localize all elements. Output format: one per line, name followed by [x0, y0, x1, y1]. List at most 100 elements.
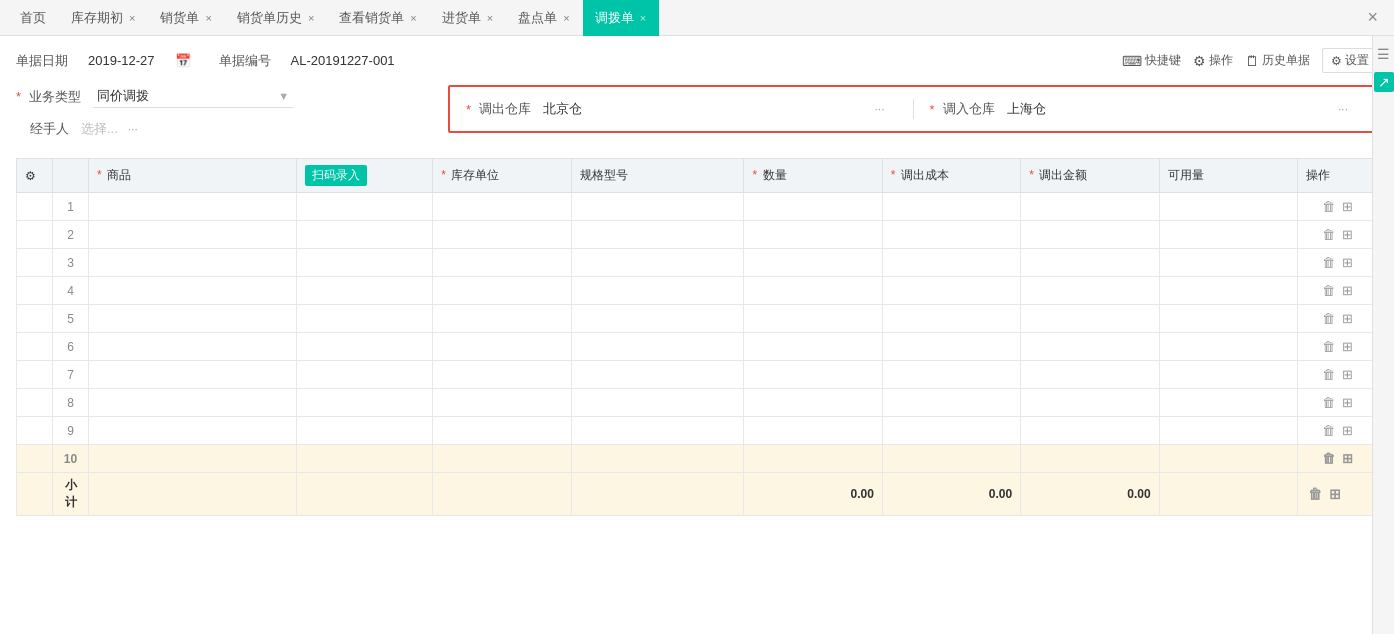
date-value[interactable]: 2019-12-27: [88, 53, 155, 68]
row-unit-1[interactable]: [433, 193, 571, 221]
row-unit-6[interactable]: [433, 333, 571, 361]
biz-type-select[interactable]: 同价调拨 ▼: [93, 85, 293, 108]
copy-icon-10[interactable]: ⊞: [1342, 451, 1353, 466]
row-unit-5[interactable]: [433, 305, 571, 333]
tab-view-sales[interactable]: 查看销货单 ×: [327, 0, 429, 36]
row-product-10[interactable]: [89, 445, 297, 473]
row-qty-1[interactable]: [744, 193, 882, 221]
copy-icon-7[interactable]: ⊞: [1342, 367, 1353, 382]
person-more-icon[interactable]: ···: [128, 122, 138, 136]
tab-home[interactable]: 首页: [8, 0, 59, 36]
row-product-5[interactable]: [89, 305, 297, 333]
row-spec-10[interactable]: [571, 445, 744, 473]
row-amount-2[interactable]: [1021, 221, 1159, 249]
row-spec-5[interactable]: [571, 305, 744, 333]
delete-icon-6[interactable]: 🗑: [1322, 339, 1335, 354]
col-header-settings[interactable]: ⚙: [17, 159, 53, 193]
calendar-icon[interactable]: 📅: [175, 53, 191, 68]
row-cost-3[interactable]: [882, 249, 1020, 277]
copy-icon-3[interactable]: ⊞: [1342, 255, 1353, 270]
row-product-2[interactable]: [89, 221, 297, 249]
row-product-8[interactable]: [89, 389, 297, 417]
row-product-1[interactable]: [89, 193, 297, 221]
row-product-3[interactable]: [89, 249, 297, 277]
sidebar-external-icon[interactable]: ↗: [1374, 72, 1394, 92]
row-product-6[interactable]: [89, 333, 297, 361]
row-amount-7[interactable]: [1021, 361, 1159, 389]
copy-icon-9[interactable]: ⊞: [1342, 423, 1353, 438]
row-spec-9[interactable]: [571, 417, 744, 445]
copy-icon-1[interactable]: ⊞: [1342, 199, 1353, 214]
out-warehouse-more[interactable]: ···: [874, 102, 896, 116]
copy-icon-2[interactable]: ⊞: [1342, 227, 1353, 242]
settings-button[interactable]: ⚙ 设置: [1322, 48, 1378, 73]
scan-entry-button[interactable]: 扫码录入: [305, 165, 367, 186]
row-product-4[interactable]: [89, 277, 297, 305]
sidebar-list-icon[interactable]: ☰: [1374, 44, 1394, 64]
row-amount-10[interactable]: [1021, 445, 1159, 473]
tab-close-sales-history[interactable]: ×: [308, 12, 314, 24]
in-warehouse-value[interactable]: 上海仓: [1007, 100, 1046, 118]
row-amount-6[interactable]: [1021, 333, 1159, 361]
tab-close-view-sales[interactable]: ×: [410, 12, 416, 24]
row-amount-9[interactable]: [1021, 417, 1159, 445]
row-spec-3[interactable]: [571, 249, 744, 277]
row-spec-1[interactable]: [571, 193, 744, 221]
out-warehouse-value[interactable]: 北京仓: [543, 100, 582, 118]
row-cost-2[interactable]: [882, 221, 1020, 249]
tab-sales-order[interactable]: 销货单 ×: [148, 0, 224, 36]
row-qty-10[interactable]: [744, 445, 882, 473]
row-cost-4[interactable]: [882, 277, 1020, 305]
delete-icon-7[interactable]: 🗑: [1322, 367, 1335, 382]
row-amount-8[interactable]: [1021, 389, 1159, 417]
row-unit-3[interactable]: [433, 249, 571, 277]
history-button[interactable]: 🗒 历史单据: [1245, 52, 1310, 69]
tab-purchase[interactable]: 进货单 ×: [430, 0, 506, 36]
row-product-9[interactable]: [89, 417, 297, 445]
row-unit-10[interactable]: [433, 445, 571, 473]
shortcut-button[interactable]: ⌨ 快捷键: [1122, 52, 1181, 69]
row-amount-1[interactable]: [1021, 193, 1159, 221]
row-qty-6[interactable]: [744, 333, 882, 361]
row-qty-8[interactable]: [744, 389, 882, 417]
row-qty-4[interactable]: [744, 277, 882, 305]
row-qty-3[interactable]: [744, 249, 882, 277]
row-qty-7[interactable]: [744, 361, 882, 389]
row-cost-5[interactable]: [882, 305, 1020, 333]
tab-close-sales-order[interactable]: ×: [205, 12, 211, 24]
copy-icon-6[interactable]: ⊞: [1342, 339, 1353, 354]
copy-icon-8[interactable]: ⊞: [1342, 395, 1353, 410]
subtotal-delete-icon[interactable]: 🗑: [1308, 486, 1322, 502]
tab-inventory-init[interactable]: 库存期初 ×: [59, 0, 148, 36]
operation-button[interactable]: ⚙ 操作: [1193, 52, 1233, 69]
delete-icon-8[interactable]: 🗑: [1322, 395, 1335, 410]
row-cost-10[interactable]: [882, 445, 1020, 473]
row-spec-4[interactable]: [571, 277, 744, 305]
row-cost-9[interactable]: [882, 417, 1020, 445]
row-spec-8[interactable]: [571, 389, 744, 417]
row-unit-2[interactable]: [433, 221, 571, 249]
tab-sales-history[interactable]: 销货单历史 ×: [225, 0, 327, 36]
row-unit-9[interactable]: [433, 417, 571, 445]
row-product-7[interactable]: [89, 361, 297, 389]
tab-close-transfer[interactable]: ×: [640, 12, 646, 24]
tab-stocktake[interactable]: 盘点单 ×: [506, 0, 582, 36]
row-spec-7[interactable]: [571, 361, 744, 389]
tab-close-stocktake[interactable]: ×: [563, 12, 569, 24]
delete-icon-4[interactable]: 🗑: [1322, 283, 1335, 298]
row-amount-5[interactable]: [1021, 305, 1159, 333]
row-amount-4[interactable]: [1021, 277, 1159, 305]
row-cost-6[interactable]: [882, 333, 1020, 361]
row-spec-2[interactable]: [571, 221, 744, 249]
row-unit-7[interactable]: [433, 361, 571, 389]
tab-close-purchase[interactable]: ×: [487, 12, 493, 24]
row-cost-1[interactable]: [882, 193, 1020, 221]
row-amount-3[interactable]: [1021, 249, 1159, 277]
copy-icon-4[interactable]: ⊞: [1342, 283, 1353, 298]
delete-icon-10[interactable]: 🗑: [1322, 451, 1335, 466]
tab-close-inventory-init[interactable]: ×: [129, 12, 135, 24]
row-unit-4[interactable]: [433, 277, 571, 305]
row-cost-7[interactable]: [882, 361, 1020, 389]
in-warehouse-more[interactable]: ···: [1338, 102, 1360, 116]
row-spec-6[interactable]: [571, 333, 744, 361]
